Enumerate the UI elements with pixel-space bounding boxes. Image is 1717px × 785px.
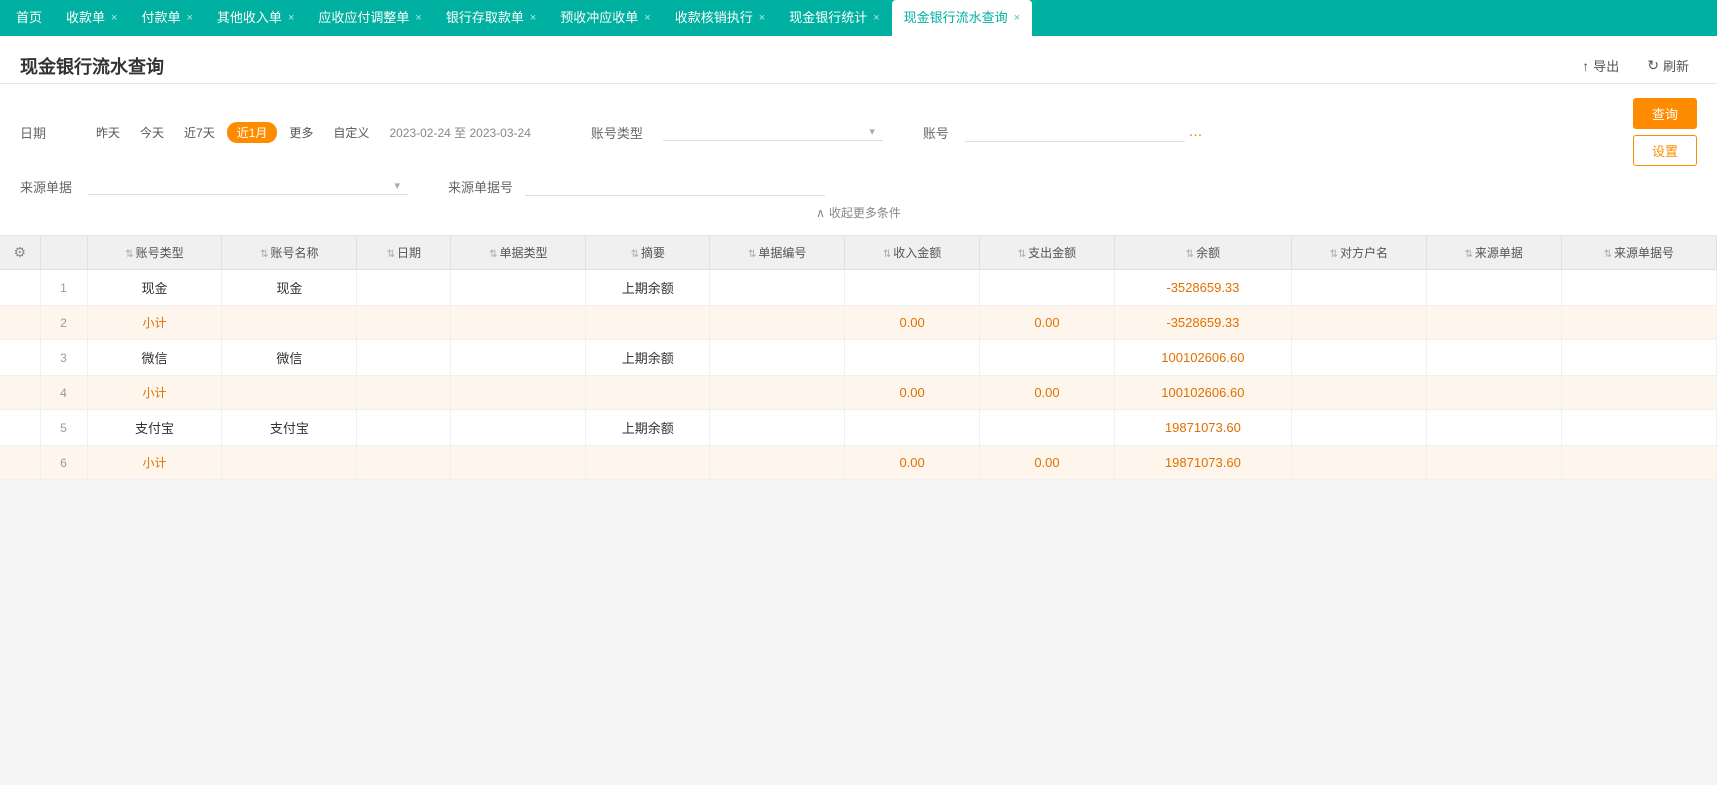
nav-collection[interactable]: 收款核销执行 × [663,0,777,36]
filter-row-date: 日期 昨天 今天 近7天 近1月 更多 自定义 2023-02-24 至 202… [20,98,1697,166]
col-account-name: ⇅账号名称 [222,236,357,270]
page-header: 现金银行流水查询 ↑ 导出 ↻ 刷新 [0,36,1717,84]
date-yesterday[interactable]: 昨天 [88,122,128,143]
col-balance: ⇅余额 [1114,236,1291,270]
chevron-down-icon: ▾ [869,125,875,138]
collapse-up-icon: ∧ [816,206,825,220]
table-header-row: ⚙ ⇅账号类型 ⇅账号名称 ⇅日期 ⇅单据类型 ⇅摘要 ⇅单据编号 ⇅收入金额 … [0,236,1717,270]
header-actions: ↑ 导出 ↻ 刷新 [1574,52,1697,79]
data-table: ⚙ ⇅账号类型 ⇅账号名称 ⇅日期 ⇅单据类型 ⇅摘要 ⇅单据编号 ⇅收入金额 … [0,236,1717,480]
account-type-label: 账号类型 [591,123,651,142]
filter-row-source: 来源单据 ▾ 来源单据号 [20,176,1697,196]
nav-receipt[interactable]: 收款单 × [54,0,129,36]
page-title: 现金银行流水查询 [20,53,164,79]
close-icon[interactable]: × [1014,0,1020,36]
close-icon[interactable]: × [415,0,421,36]
account-field: 账号 ... [923,122,1210,142]
account-dots-button[interactable]: ... [1189,123,1202,141]
export-icon: ↑ [1582,58,1589,74]
nav-payment[interactable]: 付款单 × [129,0,204,36]
nav-adjustment[interactable]: 应收应付调整单 × [306,0,433,36]
date-custom[interactable]: 自定义 [325,122,377,143]
col-source-doc-no: ⇅来源单据号 [1561,236,1716,270]
account-input[interactable] [965,122,1185,142]
account-label: 账号 [923,123,953,142]
col-counterpart: ⇅对方户名 [1291,236,1426,270]
nav-other-income[interactable]: 其他收入单 × [205,0,306,36]
col-summary: ⇅摘要 [586,236,710,270]
close-icon[interactable]: × [288,0,294,36]
filter-area: 日期 昨天 今天 近7天 近1月 更多 自定义 2023-02-24 至 202… [0,84,1717,236]
close-icon[interactable]: × [644,0,650,36]
close-icon[interactable]: × [759,0,765,36]
account-type-field: 账号类型 ▾ [591,123,883,142]
close-icon[interactable]: × [186,0,192,36]
nav-cash-flow[interactable]: 现金银行流水查询 × [892,0,1032,36]
chevron-down-icon2: ▾ [394,179,400,192]
source-doc-num-input[interactable] [525,176,825,196]
export-button[interactable]: ↑ 导出 [1574,52,1627,79]
date-1month[interactable]: 近1月 [227,122,278,143]
col-gear: ⚙ [0,236,40,270]
date-shortcuts: 昨天 今天 近7天 近1月 更多 自定义 2023-02-24 至 2023-0… [88,122,531,143]
col-income: ⇅收入金额 [845,236,980,270]
nav-cash-stats[interactable]: 现金银行统计 × [777,0,891,36]
date-more[interactable]: 更多 [281,122,321,143]
table-row[interactable]: 2小计0.000.00-3528659.33 [0,306,1717,340]
table-row[interactable]: 3微信微信上期余额100102606.60 [0,340,1717,376]
source-doc-label: 来源单据 [20,177,80,196]
source-doc-num-label: 来源单据号 [448,177,513,196]
date-7days[interactable]: 近7天 [176,122,223,143]
col-num [40,236,87,270]
refresh-icon: ↻ [1647,57,1659,74]
table-row[interactable]: 5支付宝支付宝上期余额19871073.60 [0,410,1717,446]
source-doc-num-field: 来源单据号 [448,176,825,196]
table-area: ⚙ ⇅账号类型 ⇅账号名称 ⇅日期 ⇅单据类型 ⇅摘要 ⇅单据编号 ⇅收入金额 … [0,236,1717,480]
date-today[interactable]: 今天 [132,122,172,143]
collapse-bar[interactable]: ∧ 收起更多条件 [20,204,1697,221]
close-icon[interactable]: × [111,0,117,36]
gear-icon[interactable]: ⚙ [13,244,26,260]
collapse-label: 收起更多条件 [829,204,901,221]
col-account-type: ⇅账号类型 [87,236,222,270]
date-label: 日期 [20,123,80,142]
query-button[interactable]: 查询 [1633,98,1697,129]
source-doc-select[interactable]: ▾ [88,177,408,195]
account-type-select[interactable]: ▾ [663,123,883,141]
refresh-button[interactable]: ↻ 刷新 [1639,52,1697,79]
col-source-doc: ⇅来源单据 [1426,236,1561,270]
nav-advance[interactable]: 预收冲应收单 × [548,0,662,36]
col-doc-type: ⇅单据类型 [451,236,586,270]
nav-home[interactable]: 首页 [4,0,54,36]
col-date: ⇅日期 [357,236,451,270]
table-row[interactable]: 1现金现金上期余额-3528659.33 [0,270,1717,306]
col-expense: ⇅支出金额 [980,236,1115,270]
date-range-display: 2023-02-24 至 2023-03-24 [389,124,530,141]
close-icon[interactable]: × [530,0,536,36]
nav-bank-deposit[interactable]: 银行存取款单 × [434,0,548,36]
col-doc-no: ⇅单据编号 [710,236,845,270]
filter-action-buttons: 查询 设置 [1633,98,1697,166]
close-icon[interactable]: × [873,0,879,36]
table-row[interactable]: 4小计0.000.00100102606.60 [0,376,1717,410]
top-nav: 首页 收款单 × 付款单 × 其他收入单 × 应收应付调整单 × 银行存取款单 … [0,0,1717,36]
table-row[interactable]: 6小计0.000.0019871073.60 [0,446,1717,480]
setting-button[interactable]: 设置 [1633,135,1697,166]
